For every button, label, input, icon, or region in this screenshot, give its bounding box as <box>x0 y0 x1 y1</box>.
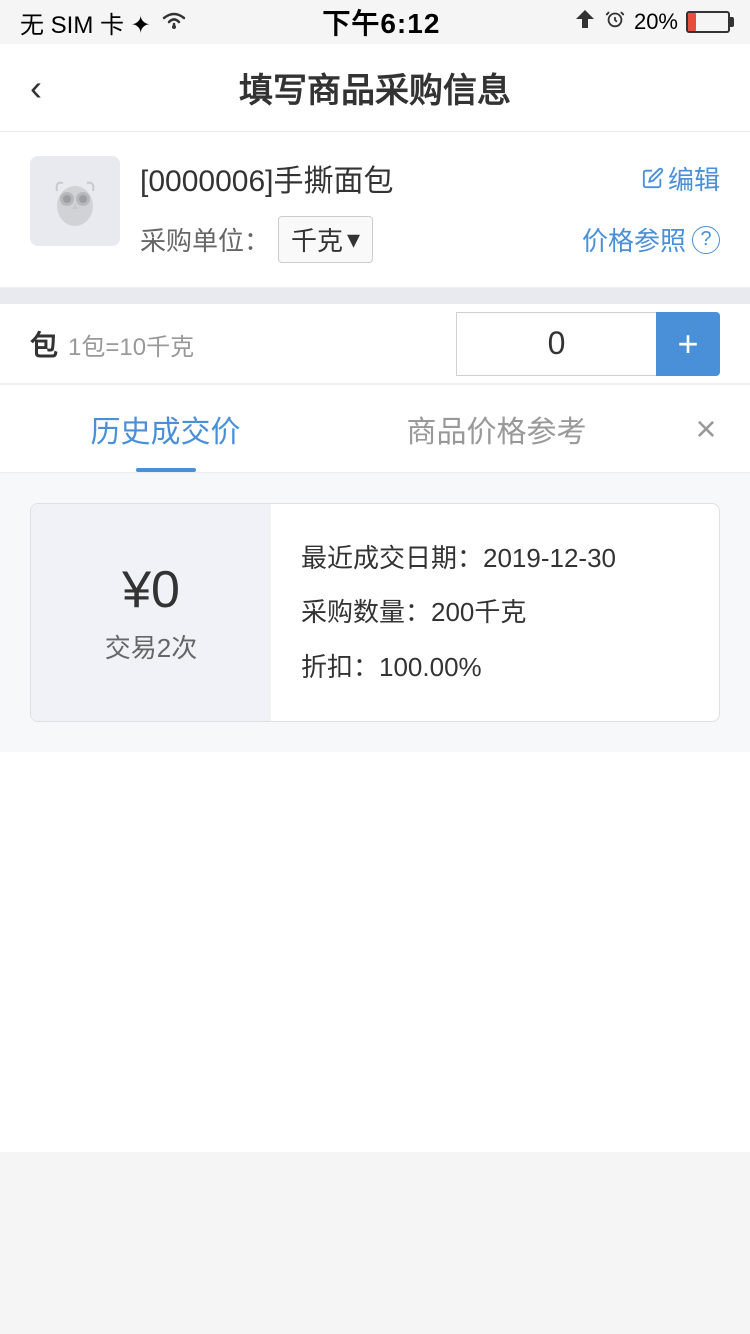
recent-date-label: 最近成交日期： <box>301 543 483 573</box>
status-left: 无 SIM 卡 ✦ <box>20 5 189 40</box>
tab-history[interactable]: 历史成交价 <box>0 385 331 472</box>
quantity-unit: 包 1包=10千克 <box>30 324 194 364</box>
battery-percent: 20% <box>634 9 678 35</box>
transaction-count: 交易2次 <box>105 628 197 665</box>
status-right: 20% <box>574 8 730 36</box>
back-button[interactable]: ‹ <box>30 67 42 109</box>
purchase-qty-row: 采购数量：200千克 <box>301 594 689 630</box>
purchase-unit-label: 采购单位： <box>140 221 270 258</box>
empty-area <box>0 752 750 1152</box>
unit-badge: 包 <box>30 324 58 364</box>
edit-label: 编辑 <box>668 160 720 197</box>
tab-price-ref-label: 商品价格参考 <box>407 407 587 451</box>
transaction-card: ¥0 交易2次 最近成交日期：2019-12-30 采购数量：200千克 折扣：… <box>30 503 720 722</box>
product-card: [0000006]手撕面包 编辑 采购单位： 千克 ▾ <box>0 132 750 288</box>
price-ref-button[interactable]: 价格参照 ? <box>582 221 720 258</box>
battery-icon <box>686 11 730 33</box>
wifi-icon <box>159 8 189 37</box>
price-ref-question-icon: ? <box>692 226 720 254</box>
nav-bar: ‹ 填写商品采购信息 <box>0 44 750 132</box>
transaction-summary: ¥0 交易2次 <box>31 504 271 721</box>
price-ref-label: 价格参照 <box>582 221 686 258</box>
page-title: 填写商品采购信息 <box>239 63 511 112</box>
unit-value: 千克 <box>291 221 343 258</box>
status-bar: 无 SIM 卡 ✦ 下午6:12 20% <box>0 0 750 44</box>
divider-band <box>0 288 750 304</box>
alarm-icon <box>604 8 626 36</box>
purchase-qty-value: 200千克 <box>431 597 526 627</box>
transaction-price: ¥0 <box>122 560 180 620</box>
transaction-details: 最近成交日期：2019-12-30 采购数量：200千克 折扣：100.00% <box>271 504 719 721</box>
sim-status: 无 SIM 卡 ✦ <box>20 5 151 40</box>
recent-date-row: 最近成交日期：2019-12-30 <box>301 540 689 576</box>
product-image <box>30 156 120 246</box>
tabs-row: 历史成交价 商品价格参考 × <box>0 385 750 473</box>
unit-conversion: 1包=10千克 <box>68 327 194 362</box>
panel-close-button[interactable]: × <box>662 385 750 473</box>
transaction-area: ¥0 交易2次 最近成交日期：2019-12-30 采购数量：200千克 折扣：… <box>0 473 750 752</box>
location-icon <box>574 8 596 36</box>
discount-label: 折扣： <box>301 652 379 682</box>
bottom-panel: 历史成交价 商品价格参考 × ¥0 交易2次 最近成交日期：2019-12-30… <box>0 384 750 752</box>
tab-history-label: 历史成交价 <box>91 407 241 451</box>
product-name: [0000006]手撕面包 <box>140 156 393 200</box>
quantity-plus-button[interactable]: + <box>656 312 720 376</box>
quantity-input[interactable]: 0 <box>456 312 656 376</box>
quantity-control: 0 + <box>456 312 720 376</box>
product-info: [0000006]手撕面包 编辑 采购单位： 千克 ▾ <box>140 156 720 263</box>
discount-value: 100.00% <box>379 652 482 682</box>
unit-select[interactable]: 千克 ▾ <box>278 216 373 263</box>
time-display: 下午6:12 <box>322 2 440 42</box>
currency-symbol: ¥ <box>122 561 151 619</box>
quantity-row: 包 1包=10千克 0 + <box>0 304 750 384</box>
price-amount: 0 <box>151 561 180 619</box>
tab-price-ref[interactable]: 商品价格参考 <box>331 385 662 472</box>
recent-date-value: 2019-12-30 <box>483 543 616 573</box>
dropdown-arrow-icon: ▾ <box>347 224 360 255</box>
tab-active-indicator <box>136 468 196 472</box>
discount-row: 折扣：100.00% <box>301 649 689 685</box>
edit-button[interactable]: 编辑 <box>642 160 720 197</box>
purchase-qty-label: 采购数量： <box>301 597 431 627</box>
